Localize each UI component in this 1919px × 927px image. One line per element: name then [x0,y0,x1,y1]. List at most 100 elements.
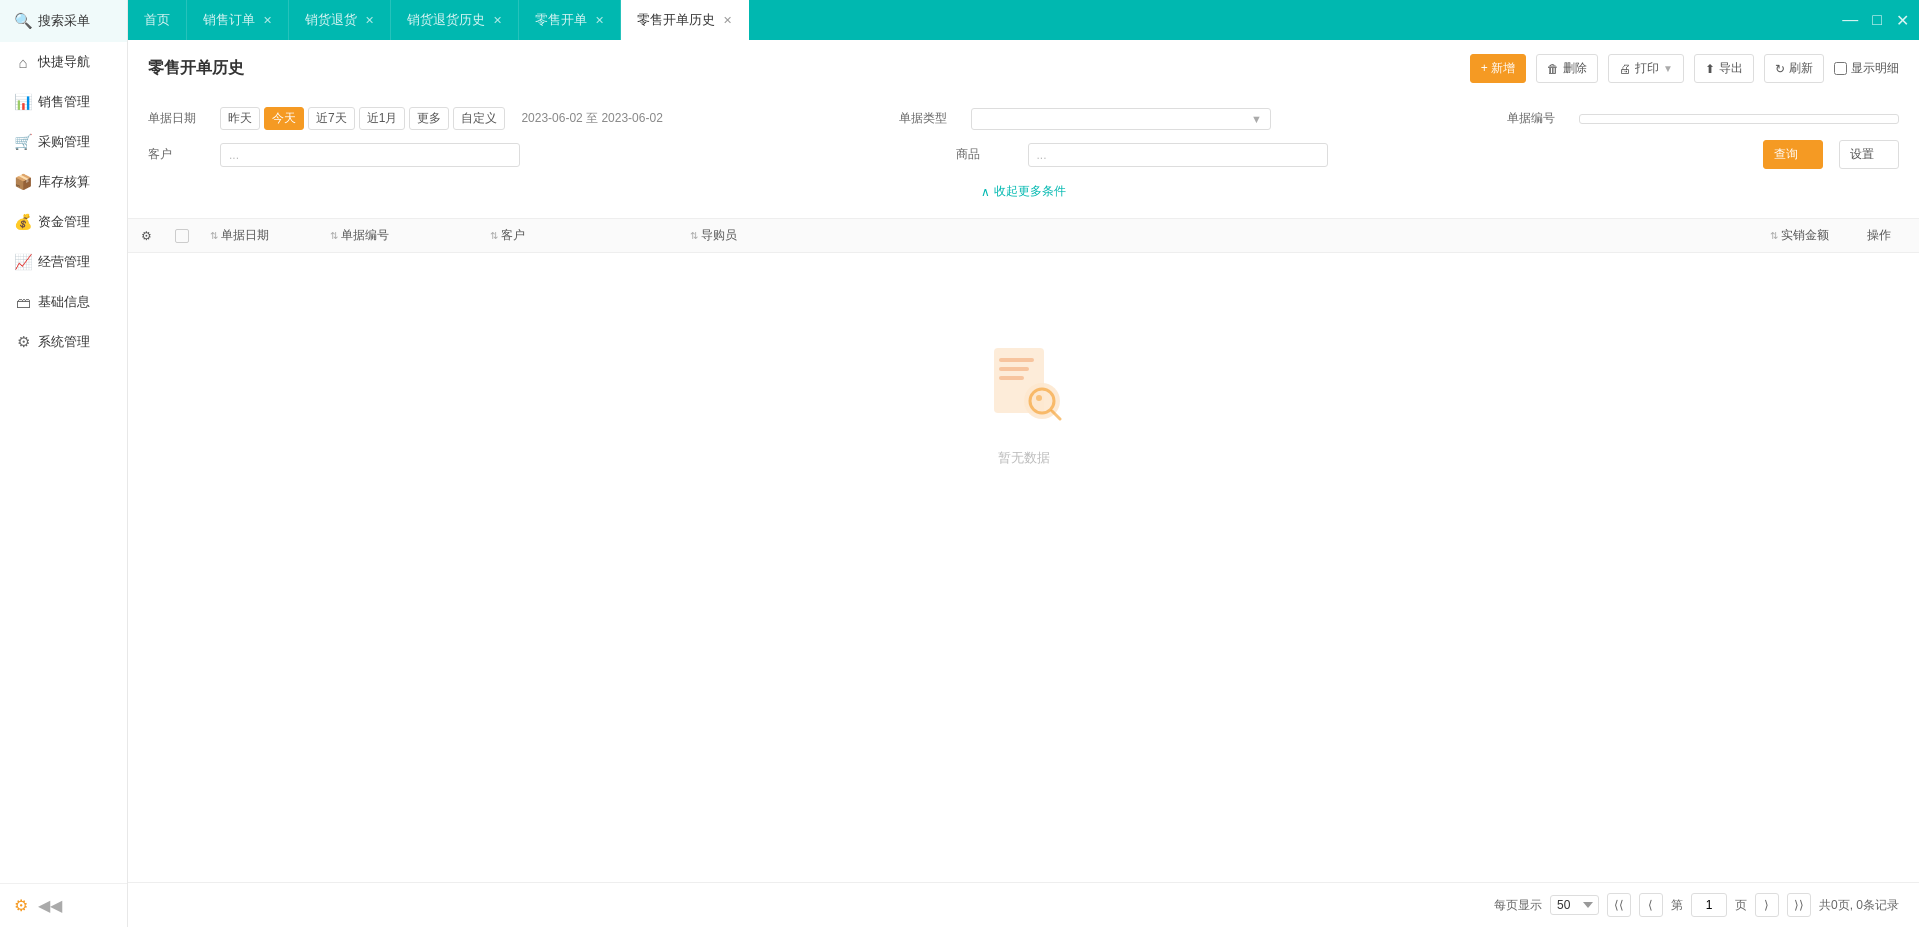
select-all-checkbox[interactable] [175,229,189,243]
sidebar-item-sys-mgmt[interactable]: ⚙ 系统管理 [0,322,127,362]
window-restore-icon[interactable]: □ [1872,11,1882,29]
tab-sales-return[interactable]: 销货退货 ✕ [289,0,391,40]
settings-icon: ⚙ [14,333,32,351]
sort-guide-icon: ⇅ [690,230,698,241]
page-title-row: 零售开单历史 + 新增 🗑 删除 🖨 打印 ▼ ⬆ 导出 [148,54,1899,83]
content-area: 零售开单历史 + 新增 🗑 删除 🖨 打印 ▼ ⬆ 导出 [128,40,1919,927]
th-action: 操作 [1839,227,1919,244]
empty-state: 暂无数据 [128,253,1919,527]
box-icon: 📦 [14,173,32,191]
tab-retail-open-close[interactable]: ✕ [595,14,604,27]
window-minimize-icon[interactable]: — [1842,11,1858,29]
svg-rect-3 [999,376,1024,380]
sidebar-item-operations[interactable]: 📈 经营管理 [0,242,127,282]
type-filter-dropdown-icon: ▼ [1251,113,1262,125]
date-filter-btns: 昨天 今天 近7天 近1月 更多 自定义 [220,107,505,130]
th-date[interactable]: ⇅ 单据日期 [200,227,320,244]
window-close-icon[interactable]: ✕ [1896,11,1909,30]
filter-area: 单据日期 昨天 今天 近7天 近1月 更多 自定义 2023-06-02 至 2… [148,95,1899,218]
empty-illustration [974,333,1074,433]
sidebar-item-basic-info[interactable]: 🗃 基础信息 [0,282,127,322]
sidebar-item-label: 销售管理 [38,93,90,111]
sort-num-icon: ⇅ [330,230,338,241]
collapse-filter-btn[interactable]: ∧ 收起更多条件 [148,179,1899,208]
date-range-display: 2023-06-02 至 2023-06-02 [521,110,662,127]
prev-page-btn[interactable]: ⟨ [1639,893,1663,917]
database-icon: 🗃 [14,294,32,311]
tab-retail-history-close[interactable]: ✕ [723,14,732,27]
th-settings[interactable]: ⚙ [128,229,164,243]
per-page-select[interactable]: 50 100 200 [1550,895,1599,915]
column-settings-icon[interactable]: ⚙ [141,229,152,243]
tab-home[interactable]: 首页 [128,0,187,40]
tab-sales-return-history-label: 销货退货历史 [407,11,485,29]
tab-bar: 首页 销售订单 ✕ 销货退货 ✕ 销货退货历史 ✕ 零售开单 ✕ 零售开单历史 … [128,0,1919,40]
gear-bottom-icon[interactable]: ⚙ [14,896,28,915]
query-button[interactable]: 查询 [1763,140,1823,169]
tab-home-label: 首页 [144,11,170,29]
date-btn-yesterday[interactable]: 昨天 [220,107,260,130]
num-filter-label: 单据编号 [1507,110,1563,127]
collapse-sidebar-icon[interactable]: ◀◀ [38,896,62,915]
date-btn-7days[interactable]: 近7天 [308,107,355,130]
date-btn-more[interactable]: 更多 [409,107,449,130]
chart-icon: 📊 [14,93,32,111]
print-button[interactable]: 🖨 打印 ▼ [1608,54,1684,83]
sidebar-item-label: 采购管理 [38,133,90,151]
operations-icon: 📈 [14,253,32,271]
add-button[interactable]: + 新增 [1470,54,1526,83]
customer-filter-input[interactable]: ... [220,143,520,167]
sidebar-item-label: 经营管理 [38,253,90,271]
export-icon: ⬆ [1705,62,1715,76]
tab-retail-history-label: 零售开单历史 [637,11,715,29]
per-page-label: 每页显示 [1494,897,1542,914]
th-checkbox[interactable] [164,229,200,243]
tab-sales-order[interactable]: 销售订单 ✕ [187,0,289,40]
filter-row-2: 客户 ... 商品 ... 查询 设置 [148,140,1899,169]
refresh-button[interactable]: ↻ 刷新 [1764,54,1824,83]
search-icon: 🔍 [14,12,32,30]
tab-sales-return-history[interactable]: 销货退货历史 ✕ [391,0,519,40]
sidebar-item-finance[interactable]: 💰 资金管理 [0,202,127,242]
sidebar-item-inventory[interactable]: 📦 库存核算 [0,162,127,202]
goods-filter-input[interactable]: ... [1028,143,1328,167]
page-header: 零售开单历史 + 新增 🗑 删除 🖨 打印 ▼ ⬆ 导出 [128,40,1919,219]
tab-sales-return-close[interactable]: ✕ [365,14,374,27]
sidebar-item-quick-nav[interactable]: ⌂ 快捷导航 [0,42,127,82]
num-filter-input[interactable] [1579,114,1899,124]
export-button[interactable]: ⬆ 导出 [1694,54,1754,83]
sidebar-item-purchase-mgmt[interactable]: 🛒 采购管理 [0,122,127,162]
tab-retail-history[interactable]: 零售开单历史 ✕ [621,0,749,40]
settings-filter-button[interactable]: 设置 [1839,140,1899,169]
display-detail-toggle[interactable]: 显示明细 [1834,60,1899,77]
page-number-input[interactable] [1691,893,1727,917]
sidebar-search[interactable]: 🔍 搜索采单 [0,0,127,42]
first-page-btn[interactable]: ⟨⟨ [1607,893,1631,917]
display-detail-checkbox[interactable] [1834,62,1847,75]
sidebar-item-label: 快捷导航 [38,53,90,71]
refresh-icon: ↻ [1775,62,1785,76]
toolbar: + 新增 🗑 删除 🖨 打印 ▼ ⬆ 导出 ↻ [1470,54,1899,83]
date-btn-today[interactable]: 今天 [264,107,304,130]
last-page-btn[interactable]: ⟩⟩ [1787,893,1811,917]
th-num[interactable]: ⇅ 单据编号 [320,227,480,244]
date-btn-1month[interactable]: 近1月 [359,107,406,130]
money-icon: 💰 [14,213,32,231]
th-guide[interactable]: ⇅ 导购员 [680,227,800,244]
pagination: 每页显示 50 100 200 ⟨⟨ ⟨ 第 页 ⟩ ⟩⟩ 共0页, 0条记录 [128,882,1919,927]
sidebar-item-sales-mgmt[interactable]: 📊 销售管理 [0,82,127,122]
tab-retail-open[interactable]: 零售开单 ✕ [519,0,621,40]
date-btn-custom[interactable]: 自定义 [453,107,505,130]
total-label: 共0页, 0条记录 [1819,897,1899,914]
sidebar-item-label: 系统管理 [38,333,90,351]
sidebar-item-label: 基础信息 [38,293,90,311]
tab-sales-order-close[interactable]: ✕ [263,14,272,27]
tab-sales-return-history-close[interactable]: ✕ [493,14,502,27]
th-customer[interactable]: ⇅ 客户 [480,227,680,244]
delete-button[interactable]: 🗑 删除 [1536,54,1598,83]
next-page-btn[interactable]: ⟩ [1755,893,1779,917]
th-amount[interactable]: ⇅ 实销金额 [800,227,1839,244]
svg-rect-2 [999,367,1029,371]
type-filter-select[interactable]: ▼ [971,108,1271,130]
svg-point-7 [1036,395,1042,401]
